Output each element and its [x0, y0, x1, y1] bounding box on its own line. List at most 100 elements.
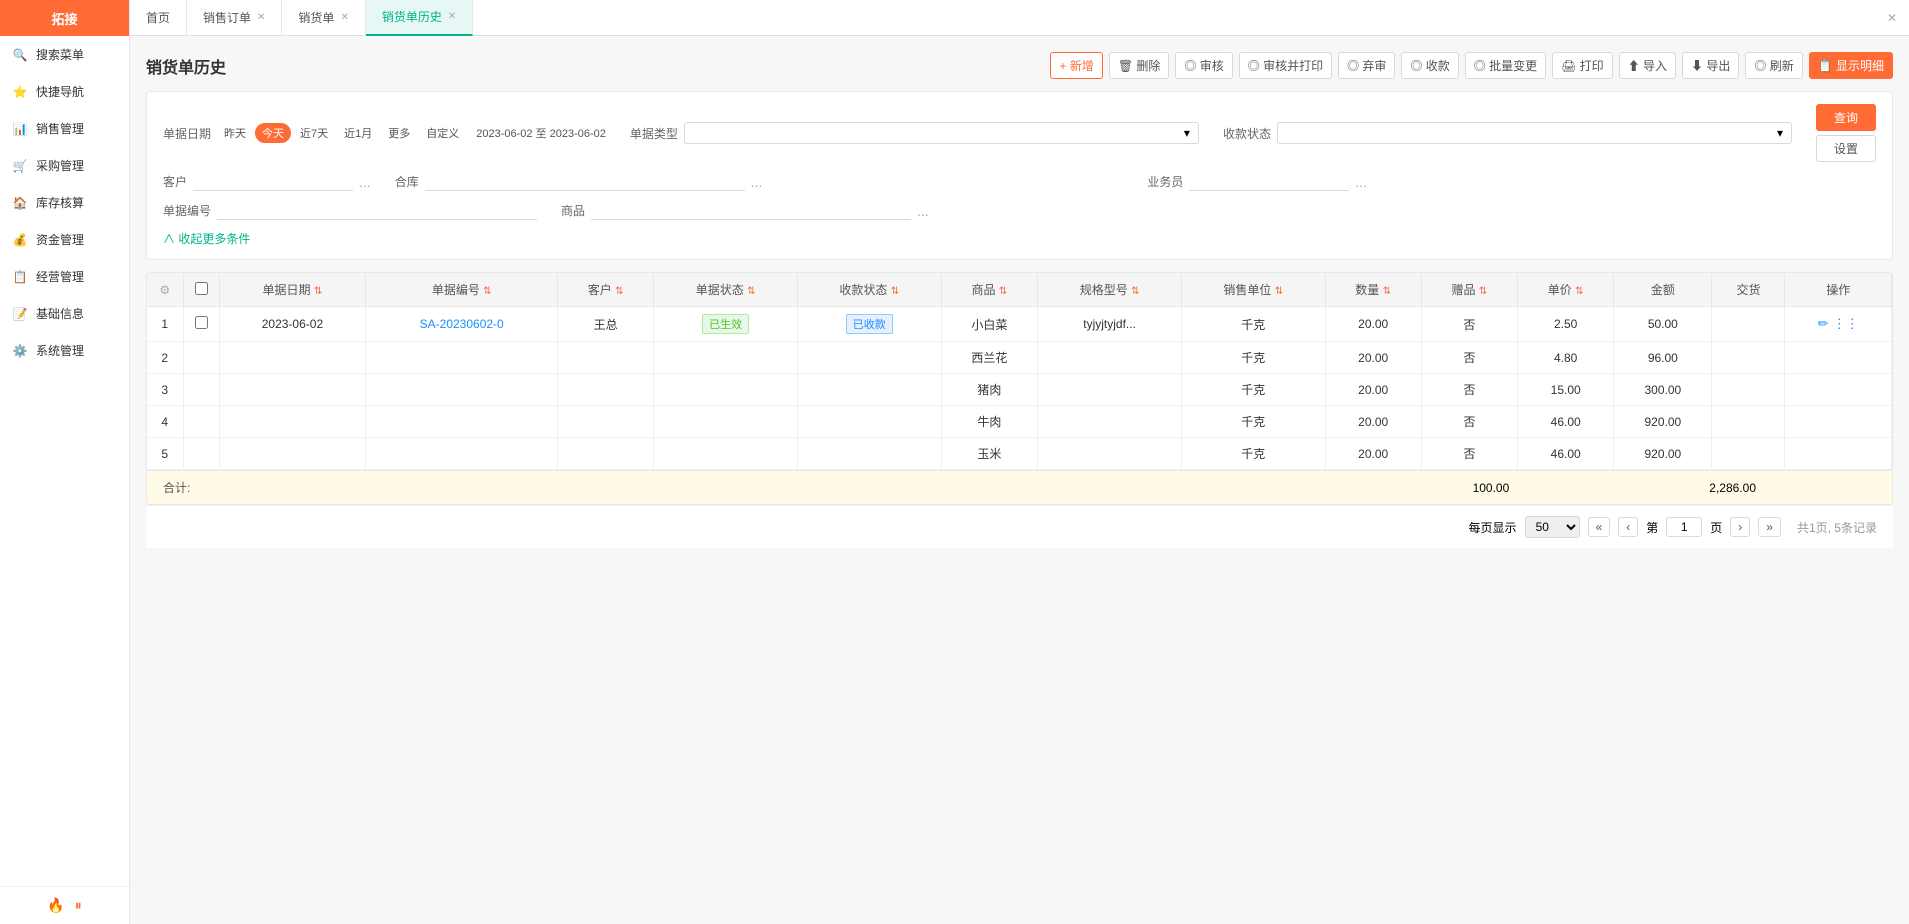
sidebar-item-label: 快捷导航 — [36, 83, 84, 100]
query-button[interactable]: 查询 — [1816, 104, 1876, 131]
type-select[interactable]: ▾ — [684, 122, 1199, 144]
finance-icon: 💰 — [12, 232, 28, 248]
row-price-5: 46.00 — [1518, 438, 1614, 470]
select-all-checkbox[interactable] — [195, 282, 208, 295]
more-btn-1[interactable]: ⋮⋮ — [1833, 316, 1859, 332]
delete-button[interactable]: 🗑 删除 — [1109, 52, 1170, 79]
new-button[interactable]: + 新增 — [1050, 52, 1102, 79]
main-content: 首页 销售订单 ✕ 销货单 ✕ 销货单历史 ✕ ✕ 销货单历史 + 新增 🗑 删… — [130, 0, 1909, 924]
page-size-label: 每页显示 — [1469, 519, 1517, 536]
next-page-btn[interactable]: › — [1730, 517, 1750, 537]
row-customer-1: 王总 — [558, 307, 654, 342]
set-button[interactable]: 设置 — [1816, 135, 1876, 162]
tab-sales-history[interactable]: 销货单历史 ✕ — [366, 0, 473, 36]
row-1-checkbox[interactable] — [195, 316, 208, 329]
tab-sales-delivery[interactable]: 销货单 ✕ — [282, 0, 365, 36]
payment-select[interactable]: ▾ — [1277, 122, 1792, 144]
sidebar-item-label: 销售管理 — [36, 120, 84, 137]
row-checkbox-3[interactable] — [183, 374, 219, 406]
date-1month[interactable]: 近1月 — [337, 123, 379, 143]
col-order-status[interactable]: 单据状态 ⇅ — [654, 273, 798, 307]
sidebar-item-sales[interactable]: 📊 销售管理 — [0, 110, 129, 147]
col-gift[interactable]: 赠品 ⇅ — [1421, 273, 1517, 307]
staff-dots[interactable]: ... — [1355, 174, 1367, 190]
tab-home[interactable]: 首页 — [130, 0, 187, 36]
sort-unit-icon: ⇅ — [1275, 286, 1283, 297]
date-custom[interactable]: 自定义 — [419, 123, 466, 143]
col-date[interactable]: 单据日期 ⇅ — [219, 273, 366, 307]
order-no-label: 单据编号 — [163, 202, 211, 219]
date-more[interactable]: 更多 — [381, 123, 417, 143]
goods-input[interactable] — [591, 201, 911, 220]
page-title: 销货单历史 — [146, 54, 226, 78]
row-checkbox-2[interactable] — [183, 342, 219, 374]
row-checkbox-4[interactable] — [183, 406, 219, 438]
payment-status-badge-1: 已收款 — [846, 314, 893, 334]
audit-button[interactable]: ◎ 审核 — [1175, 52, 1232, 79]
refresh-button[interactable]: ◎ 刷新 — [1745, 52, 1802, 79]
warehouse-input[interactable] — [425, 172, 745, 191]
date-yesterday[interactable]: 昨天 — [217, 123, 253, 143]
col-customer[interactable]: 客户 ⇅ — [558, 273, 654, 307]
import-button[interactable]: ⬆ 导入 — [1619, 52, 1676, 79]
sidebar-item-purchase[interactable]: 🛒 采购管理 — [0, 147, 129, 184]
col-goods[interactable]: 商品 ⇅ — [941, 273, 1038, 307]
collect-button[interactable]: ◎ 收款 — [1401, 52, 1458, 79]
row-trade-3 — [1712, 374, 1785, 406]
pause-icon[interactable]: ⏸ — [75, 897, 82, 914]
last-page-btn[interactable]: » — [1758, 517, 1781, 537]
col-spec[interactable]: 规格型号 ⇅ — [1038, 273, 1182, 307]
purchase-icon: 🛒 — [12, 158, 28, 174]
sidebar-item-base-info[interactable]: 📝 基础信息 — [0, 295, 129, 332]
warehouse-dots[interactable]: ... — [751, 174, 763, 190]
sidebar-item-sys-mgmt[interactable]: ⚙️ 系统管理 — [0, 332, 129, 369]
row-checkbox-1[interactable] — [183, 307, 219, 342]
tab-sales-order-close[interactable]: ✕ — [257, 12, 265, 23]
export-button[interactable]: ⬇ 导出 — [1682, 52, 1739, 79]
col-settings[interactable]: ⚙ — [147, 273, 183, 307]
fire-icon[interactable]: 🔥 — [47, 897, 64, 914]
page-number-input[interactable] — [1666, 517, 1702, 537]
abandon-button[interactable]: ◎ 弃审 — [1338, 52, 1395, 79]
print-button[interactable]: 🖨 打印 — [1552, 52, 1613, 79]
goods-dots[interactable]: ... — [917, 203, 929, 219]
row-qty-3: 20.00 — [1325, 374, 1421, 406]
row-qty-1: 20.00 — [1325, 307, 1421, 342]
date-7days[interactable]: 近7天 — [293, 123, 335, 143]
batch-change-button[interactable]: ◎ 批量变更 — [1465, 52, 1546, 79]
table-row: 3 猪肉 千克 20.00 否 15.00 — [147, 374, 1892, 406]
row-unit-3: 千克 — [1181, 374, 1325, 406]
sidebar-item-quick-nav[interactable]: ⭐ 快捷导航 — [0, 73, 129, 110]
sidebar-item-search-menu[interactable]: 🔍 搜索菜单 — [0, 36, 129, 73]
operations-icon: 📋 — [12, 269, 28, 285]
col-unit[interactable]: 销售单位 ⇅ — [1181, 273, 1325, 307]
filter-row-2: 客户 ... 合库 ... 业务员 ... — [163, 172, 1876, 191]
table-scroll[interactable]: ⚙ 单据日期 ⇅ 单据编号 ⇅ — [147, 273, 1892, 470]
sidebar-item-operations[interactable]: 📋 经营管理 — [0, 258, 129, 295]
date-today[interactable]: 今天 — [255, 123, 291, 143]
first-page-btn[interactable]: « — [1588, 517, 1611, 537]
staff-input[interactable] — [1189, 172, 1349, 191]
prev-page-btn[interactable]: ‹ — [1618, 517, 1638, 537]
edit-btn-1[interactable]: ✏ — [1818, 316, 1829, 332]
show-detail-button[interactable]: 📋 显示明细 — [1809, 52, 1893, 79]
table-settings-icon[interactable]: ⚙ — [159, 283, 170, 297]
page-size-select[interactable]: 50 100 200 — [1525, 516, 1580, 538]
sidebar-item-finance[interactable]: 💰 资金管理 — [0, 221, 129, 258]
audit-print-button[interactable]: ◎ 审核并打印 — [1239, 52, 1332, 79]
tab-sales-order[interactable]: 销售订单 ✕ — [187, 0, 282, 36]
col-order-no[interactable]: 单据编号 ⇅ — [366, 273, 558, 307]
tab-sales-delivery-close[interactable]: ✕ — [340, 12, 348, 23]
col-price[interactable]: 单价 ⇅ — [1518, 273, 1614, 307]
order-no-input[interactable] — [217, 201, 537, 220]
col-payment-status[interactable]: 收款状态 ⇅ — [797, 273, 941, 307]
more-conditions-btn[interactable]: ∧ 收起更多条件 — [163, 230, 1876, 247]
tab-sales-history-close[interactable]: ✕ — [448, 11, 456, 22]
customer-dots[interactable]: ... — [359, 174, 371, 190]
col-qty[interactable]: 数量 ⇅ — [1325, 273, 1421, 307]
window-close-btn[interactable]: ✕ — [1875, 11, 1909, 25]
sidebar-item-inventory[interactable]: 🏠 库存核算 — [0, 184, 129, 221]
row-checkbox-5[interactable] — [183, 438, 219, 470]
row-1-order-link[interactable]: SA-20230602-0 — [420, 317, 504, 331]
customer-input[interactable] — [193, 172, 353, 191]
